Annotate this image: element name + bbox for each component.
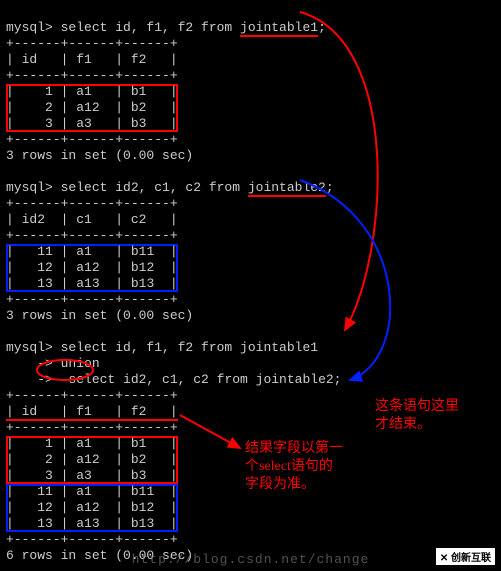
union-keyword: union (61, 356, 100, 371)
prompt: mysql> (6, 20, 61, 35)
sql-line: select id2, c1, c2 from jointable2; (68, 372, 341, 387)
result-block-1: | 1 | a1 | b1 | | 2 | a12 | b2 | | 3 | a… (6, 84, 178, 132)
annotation-note-2: 结果字段以第一 个select语句的 字段为准。 (245, 440, 343, 494)
watermark: http://blog.csdn.net/change (0, 552, 501, 567)
result-block-3a: | 1 | a1 | b1 | | 2 | a12 | b2 | | 3 | a… (6, 436, 178, 484)
table-name: jointable1 (240, 20, 318, 37)
annotation-note-1: 这条语句这里 才结束。 (375, 398, 459, 434)
table-name: jointable2 (248, 180, 326, 197)
result-block-2: | 11 | a1 | b11 | | 12 | a12 | b12 | | 1… (6, 244, 178, 292)
sql-line: select id2, c1, c2 from jointable2; (61, 180, 334, 197)
sql-line: select id, f1, f2 from jointable1; (61, 20, 326, 37)
prompt: mysql> (6, 340, 61, 355)
result-header-union: | id | f1 | f2 | (6, 404, 178, 421)
result-footer: 3 rows in set (0.00 sec) (6, 308, 193, 323)
result-block-3b: | 11 | a1 | b11 | | 12 | a12 | b12 | | 1… (6, 484, 178, 532)
sql-line: select id, f1, f2 from jointable1 (61, 340, 318, 355)
prompt: mysql> (6, 180, 61, 195)
logo-badge: ✕ 创新互联 (436, 548, 495, 565)
result-footer: 3 rows in set (0.00 sec) (6, 148, 193, 163)
